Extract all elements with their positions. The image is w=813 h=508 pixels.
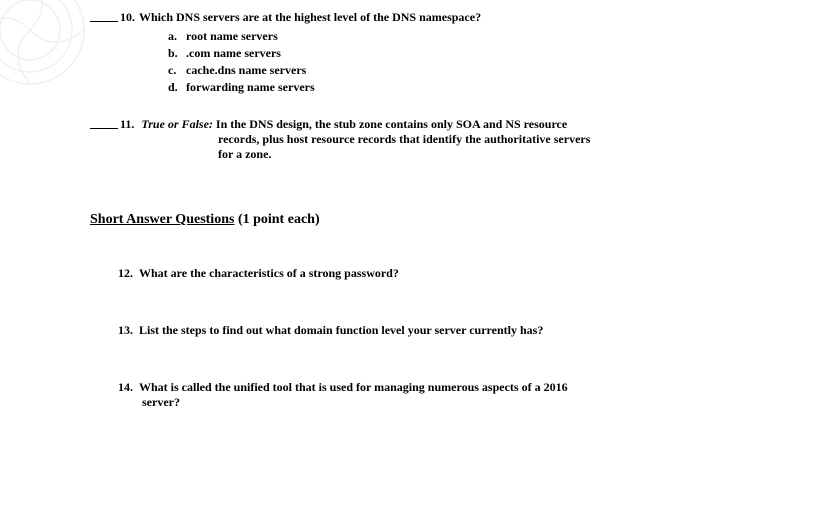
option-letter: a. <box>168 29 186 44</box>
q10-options: a. root name servers b. .com name server… <box>168 29 723 95</box>
q11-cont2: for a zone. <box>218 147 723 162</box>
q11-label: True or False: <box>141 117 213 131</box>
q10-number: 10. <box>120 10 135 25</box>
section-title: Short Answer Questions <box>90 212 234 227</box>
question-13: 13. List the steps to find out what doma… <box>118 323 723 338</box>
q10-option-a: a. root name servers <box>168 29 723 44</box>
section-points: (1 point each) <box>234 212 319 227</box>
question-10: 10. Which DNS servers are at the highest… <box>90 10 723 95</box>
q14-text: What is called the unified tool that is … <box>139 380 568 395</box>
answer-blank-q10[interactable] <box>90 10 118 22</box>
option-text: forwarding name servers <box>186 80 315 95</box>
answer-blank-q11[interactable] <box>90 117 118 129</box>
section-header: Short Answer Questions (1 point each) <box>90 212 723 228</box>
option-letter: b. <box>168 46 186 61</box>
option-text: cache.dns name servers <box>186 63 306 78</box>
option-letter: d. <box>168 80 186 95</box>
option-letter: c. <box>168 63 186 78</box>
q11-bold-term: stub zone <box>334 117 382 131</box>
q10-option-c: c. cache.dns name servers <box>168 63 723 78</box>
option-text: .com name servers <box>186 46 281 61</box>
q11-text-part1: In the DNS design, the <box>213 117 334 131</box>
option-text: root name servers <box>186 29 278 44</box>
question-12: 12. What are the characteristics of a st… <box>118 266 723 281</box>
q10-option-b: b. .com name servers <box>168 46 723 61</box>
q11-number: 11. <box>120 117 134 131</box>
q14-cont: server? <box>142 395 723 410</box>
question-11: 11. True or False: In the DNS design, th… <box>90 117 723 162</box>
q10-option-d: d. forwarding name servers <box>168 80 723 95</box>
q11-text-part2: contains only SOA and NS resource <box>382 117 567 131</box>
q10-text: Which DNS servers are at the highest lev… <box>139 10 481 25</box>
q14-number: 14. <box>118 380 133 395</box>
q13-number: 13. <box>118 323 133 338</box>
q13-text: List the steps to find out what domain f… <box>139 323 543 338</box>
q12-number: 12. <box>118 266 133 281</box>
question-14: 14. What is called the unified tool that… <box>90 380 723 410</box>
watermark-decoration <box>0 0 90 90</box>
q12-text: What are the characteristics of a strong… <box>139 266 399 281</box>
q11-cont1: records, plus host resource records that… <box>218 132 723 147</box>
